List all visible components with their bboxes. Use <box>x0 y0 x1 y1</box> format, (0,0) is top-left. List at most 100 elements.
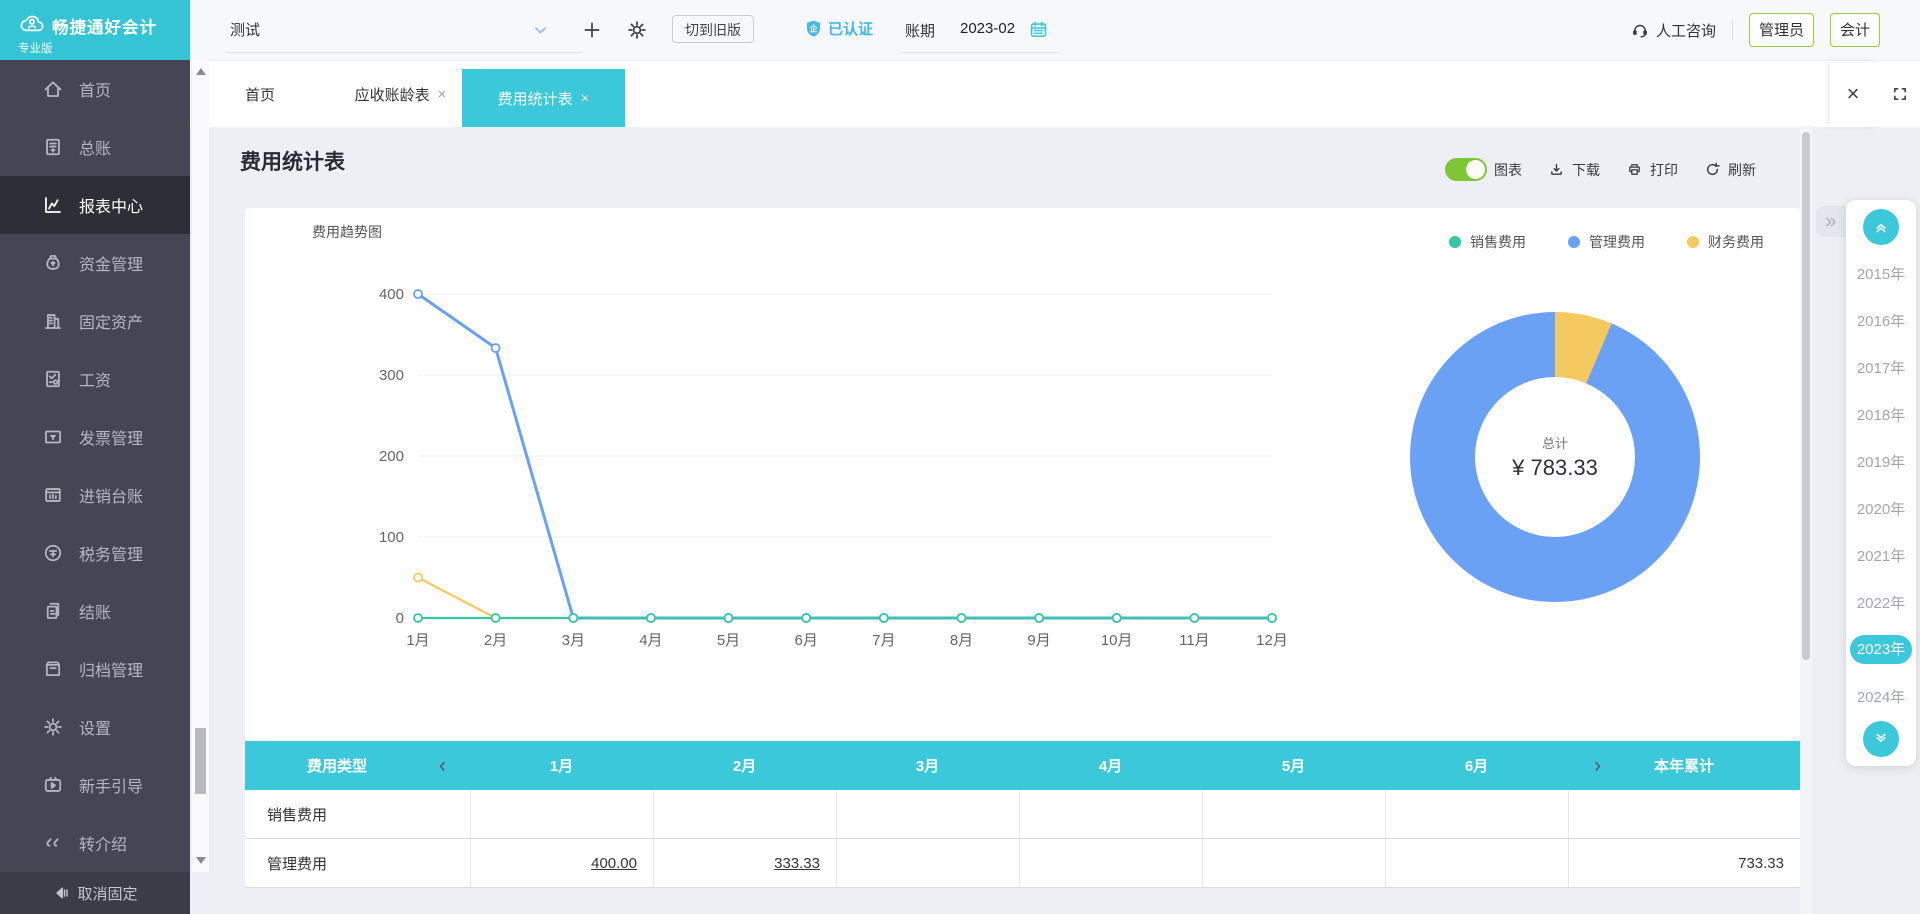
sidebar-item-guide[interactable]: 新手引导 <box>0 756 190 814</box>
donut-center: 总计 ¥ 783.33 <box>1475 377 1635 537</box>
year-item-2023年[interactable]: 2023年 <box>1846 626 1916 673</box>
column-header-type: 费用类型 ‹ <box>245 741 470 790</box>
sidebar-item-salary[interactable]: 工资 <box>0 350 190 408</box>
sidebar-item-tax[interactable]: 税务管理 <box>0 524 190 582</box>
account-set-selector[interactable]: 测试 <box>230 19 260 40</box>
sidebar-item-ledger[interactable]: 总账 <box>0 118 190 176</box>
year-item-2016年[interactable]: 2016年 <box>1846 297 1916 344</box>
table-cell: 733.33 <box>1568 839 1800 887</box>
guide-icon <box>42 774 64 796</box>
double-chevron-down-icon <box>1872 730 1890 748</box>
sidebar: 畅捷通好会计 专业版 首页 总账 报表中心 资金管理 固定资产 工资 发票管理 进销台账 税务管… <box>0 0 190 914</box>
cell-value-link[interactable]: 400.00 <box>591 855 637 872</box>
close-all-tabs-button[interactable]: × <box>1830 61 1876 127</box>
legend-dot <box>1687 236 1699 248</box>
settings-gear-icon[interactable] <box>626 19 648 41</box>
table-cell <box>836 839 1019 887</box>
chart-toggle-label: 图表 <box>1494 161 1522 178</box>
download-button[interactable]: 下载 <box>1548 160 1600 180</box>
svg-text:3月: 3月 <box>562 632 585 649</box>
role-admin-button[interactable]: 管理员 <box>1748 13 1814 47</box>
scroll-down-arrow-icon[interactable] <box>196 857 206 864</box>
sidebar-scrollbar[interactable] <box>191 60 209 872</box>
sidebar-item-label: 设置 <box>79 721 112 738</box>
table-cell <box>1019 790 1202 838</box>
period-value[interactable]: 2023-02 <box>960 20 1015 37</box>
year-scroll-up-button[interactable] <box>1863 209 1899 245</box>
tab-close-icon[interactable]: × <box>438 86 447 103</box>
divider <box>1731 20 1733 40</box>
human-support-button[interactable]: 人工咨询 <box>1630 20 1716 41</box>
unpin-sidebar-button[interactable]: 取消固定 <box>0 872 190 914</box>
print-icon <box>1626 161 1643 178</box>
chart-toggle[interactable] <box>1445 158 1487 181</box>
certified-badge[interactable]: 企 已认证 <box>803 18 873 39</box>
download-label: 下载 <box>1572 161 1600 178</box>
table-cell <box>1019 839 1202 887</box>
legend-label: 财务费用 <box>1708 234 1764 250</box>
print-button[interactable]: 打印 <box>1626 160 1678 180</box>
tab-close-icon[interactable]: × <box>581 90 590 107</box>
year-item-2024年[interactable]: 2024年 <box>1846 673 1916 720</box>
svg-text:200: 200 <box>379 448 404 465</box>
sidebar-item-funds[interactable]: 资金管理 <box>0 234 190 292</box>
main-scrollbar-thumb[interactable] <box>1802 132 1810 660</box>
tab-首页[interactable]: 首页 <box>210 61 310 127</box>
calendar-icon[interactable] <box>1028 19 1049 40</box>
legend-item-财务费用[interactable]: 财务费用 <box>1687 232 1764 252</box>
sidebar-item-invoice[interactable]: 发票管理 <box>0 408 190 466</box>
sidebar-item-settings[interactable]: 设置 <box>0 698 190 756</box>
legend-dot <box>1568 236 1580 248</box>
legend-item-管理费用[interactable]: 管理费用 <box>1568 232 1645 252</box>
sidebar-item-report[interactable]: 报表中心 <box>0 176 190 234</box>
year-item-2015年[interactable]: 2015年 <box>1846 250 1916 297</box>
legend-item-销售费用[interactable]: 销售费用 <box>1449 232 1526 252</box>
sidebar-item-label: 归档管理 <box>79 663 144 680</box>
year-item-2018年[interactable]: 2018年 <box>1846 391 1916 438</box>
sidebar-item-home[interactable]: 首页 <box>0 60 190 118</box>
sidebar-item-asset[interactable]: 固定资产 <box>0 292 190 350</box>
sidebar-item-label: 进销台账 <box>79 489 144 506</box>
settle-icon <box>42 600 64 622</box>
archive-icon <box>42 658 64 680</box>
sidebar-scrollbar-thumb[interactable] <box>195 728 206 794</box>
main-scrollbar[interactable] <box>1800 126 1812 914</box>
tab-应收账龄表[interactable]: 应收账龄表 × <box>343 61 458 127</box>
unpin-label: 取消固定 <box>77 885 138 903</box>
svg-text:2月: 2月 <box>484 632 507 649</box>
sidebar-item-label: 转介绍 <box>79 837 128 854</box>
selected-year-pill: 2023年 <box>1850 635 1912 664</box>
year-item-2020年[interactable]: 2020年 <box>1846 485 1916 532</box>
year-item-2021年[interactable]: 2021年 <box>1846 532 1916 579</box>
new-account-set-button[interactable] <box>582 20 602 40</box>
year-panel-collapse-handle[interactable] <box>1816 206 1846 237</box>
sidebar-item-inventory[interactable]: 进销台账 <box>0 466 190 524</box>
scroll-up-arrow-icon[interactable] <box>196 68 206 75</box>
sidebar-item-referral[interactable]: 转介绍 <box>0 814 190 872</box>
year-item-2017年[interactable]: 2017年 <box>1846 344 1916 391</box>
topbar: 测试 切到旧版 企 已认证 账期 2023-02 人工咨询 管理员 会计 <box>190 0 1920 60</box>
scroll-months-left-icon[interactable]: ‹ <box>439 755 446 776</box>
fullscreen-button[interactable] <box>1880 61 1920 127</box>
fullscreen-icon <box>1891 85 1909 103</box>
settings-icon <box>42 716 64 738</box>
scroll-months-right-icon[interactable]: › <box>1594 755 1601 776</box>
sidebar-item-label: 税务管理 <box>79 547 144 564</box>
expense-table-body: 销售费用 管理费用 400.00 333.33 733.33 <box>245 790 1800 888</box>
svg-text:4月: 4月 <box>639 632 662 649</box>
header-label: 本年累计 <box>1653 758 1714 775</box>
year-item-2022年[interactable]: 2022年 <box>1846 579 1916 626</box>
tab-费用统计表[interactable]: 费用统计表 × <box>462 69 625 127</box>
role-accountant-button[interactable]: 会计 <box>1829 13 1880 47</box>
year-item-2019年[interactable]: 2019年 <box>1846 438 1916 485</box>
chart-toggle-group: 图表 <box>1445 158 1522 181</box>
sidebar-item-archive[interactable]: 归档管理 <box>0 640 190 698</box>
sidebar-item-settle[interactable]: 结账 <box>0 582 190 640</box>
support-label: 人工咨询 <box>1655 22 1716 40</box>
year-scroll-down-button[interactable] <box>1863 721 1899 757</box>
refresh-button[interactable]: 刷新 <box>1704 160 1756 180</box>
cell-value-link[interactable]: 333.33 <box>774 855 820 872</box>
svg-text:10月: 10月 <box>1101 632 1133 649</box>
switch-old-version-button[interactable]: 切到旧版 <box>672 15 754 43</box>
chevron-down-icon[interactable] <box>532 22 549 39</box>
